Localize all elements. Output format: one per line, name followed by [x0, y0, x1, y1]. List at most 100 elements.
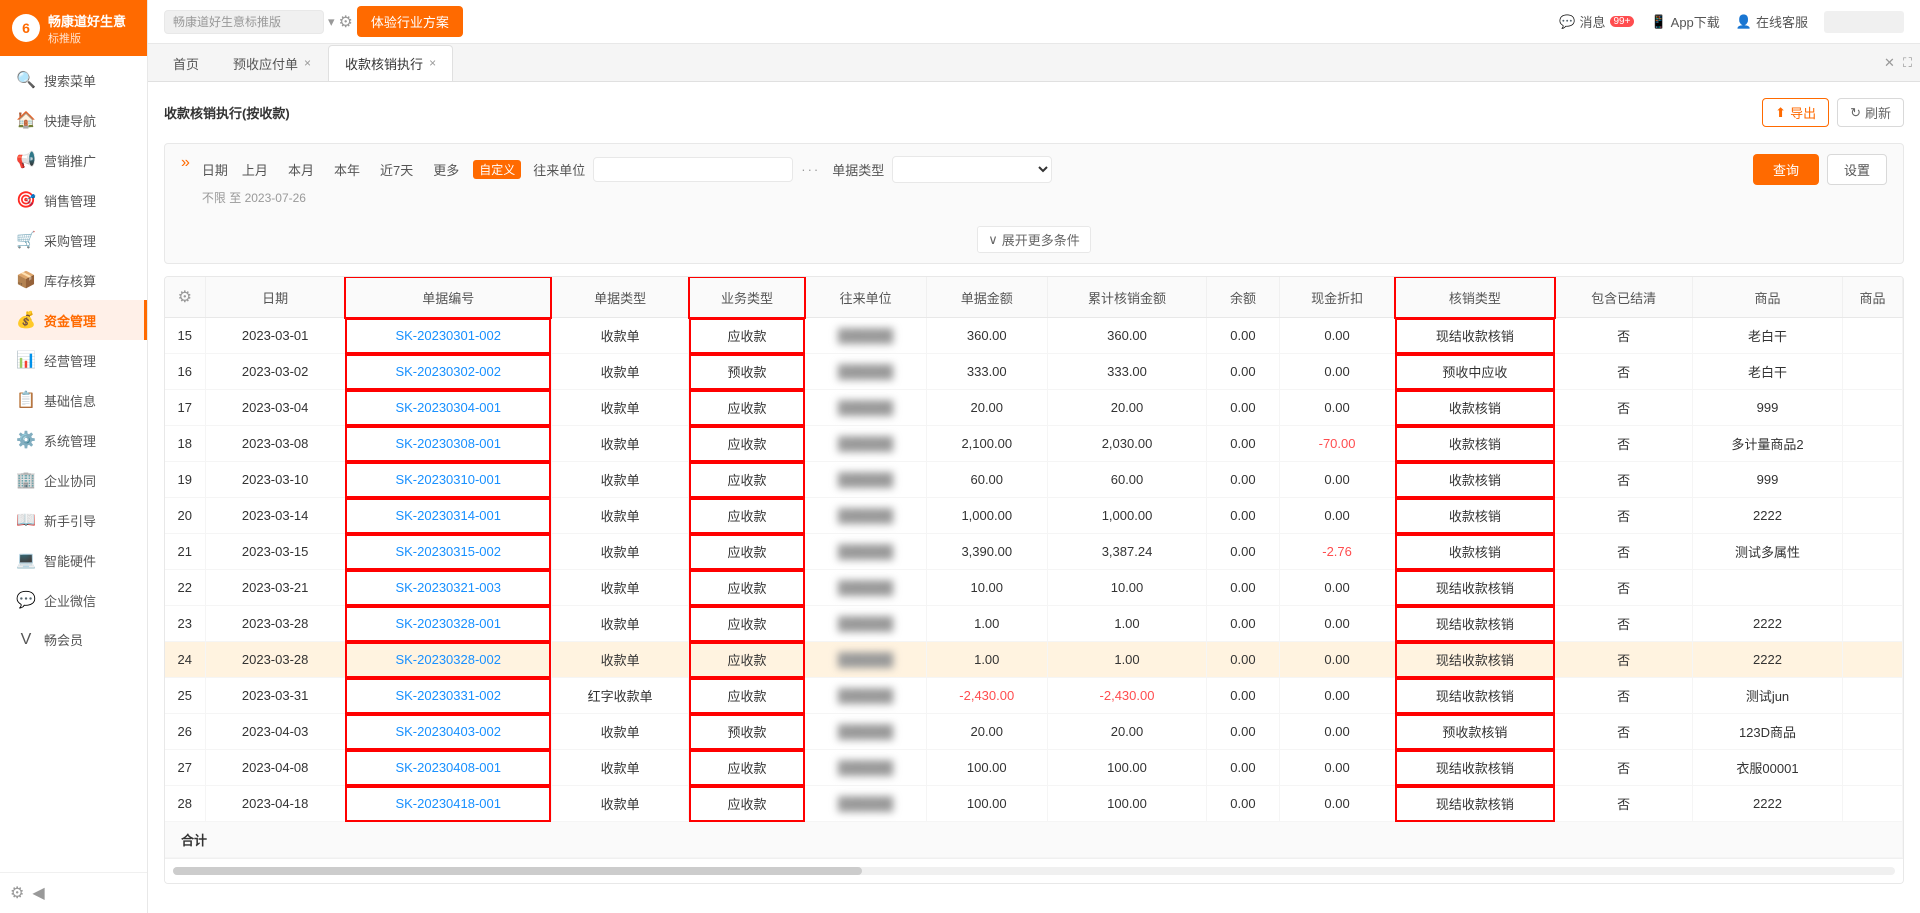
- cell-discount: 0.00: [1279, 750, 1395, 786]
- sidebar: 6 畅康道好生意 标推版 🔍搜索菜单🏠快捷导航📢营销推广🎯销售管理🛒采购管理📦库…: [0, 0, 148, 913]
- sidebar-item-system[interactable]: ⚙️系统管理: [0, 420, 147, 460]
- sidebar-label-guide: 新手引导: [44, 511, 96, 530]
- code-link[interactable]: SK-20230302-002: [395, 364, 501, 379]
- sidebar-item-finance[interactable]: 💰资金管理: [0, 300, 147, 340]
- user-avatar[interactable]: [1824, 11, 1904, 33]
- sidebar-item-nav[interactable]: 🏠快捷导航: [0, 100, 147, 140]
- settings-footer-icon[interactable]: ⚙: [10, 883, 24, 903]
- col-settings[interactable]: ⚙: [165, 277, 205, 318]
- code-link[interactable]: SK-20230301-002: [395, 328, 501, 343]
- cell-accum: 100.00: [1047, 750, 1207, 786]
- partner-input[interactable]: [593, 157, 793, 182]
- sidebar-item-guide[interactable]: 📖新手引导: [0, 500, 147, 540]
- sidebar-item-purchase[interactable]: 🛒采购管理: [0, 220, 147, 260]
- code-link[interactable]: SK-20230328-001: [395, 616, 501, 631]
- settings-icon[interactable]: ⚙: [339, 12, 353, 32]
- this-month-btn[interactable]: 本月: [282, 158, 320, 181]
- tab-expand-icon[interactable]: ⛶: [1903, 55, 1912, 71]
- col-partner: 往来单位: [805, 277, 926, 318]
- code-link[interactable]: SK-20230310-001: [395, 472, 501, 487]
- horizontal-scrollbar[interactable]: [173, 867, 1895, 875]
- custom-btn[interactable]: 自定义: [473, 160, 521, 179]
- code-link[interactable]: SK-20230408-001: [395, 760, 501, 775]
- partner-value: ██████: [838, 472, 893, 487]
- code-link[interactable]: SK-20230315-002: [395, 544, 501, 559]
- cell-discount: 0.00: [1279, 570, 1395, 606]
- cell-bill-type: 收款单: [551, 606, 689, 642]
- expand-conditions-button[interactable]: ∨ 展开更多条件: [977, 226, 1091, 253]
- last7-btn[interactable]: 近7天: [374, 158, 419, 181]
- refresh-button[interactable]: ↻ 刷新: [1837, 98, 1904, 127]
- code-link[interactable]: SK-20230308-001: [395, 436, 501, 451]
- solution-button[interactable]: 体验行业方案: [357, 6, 463, 37]
- this-year-btn[interactable]: 本年: [328, 158, 366, 181]
- more-btn[interactable]: 更多: [427, 158, 465, 181]
- partner-value: ██████: [838, 580, 893, 595]
- sidebar-item-enterprise[interactable]: 🏢企业协同: [0, 460, 147, 500]
- code-link[interactable]: SK-20230321-003: [395, 580, 501, 595]
- cell-product2: [1843, 390, 1903, 426]
- cell-accum: 1.00: [1047, 642, 1207, 678]
- filter-settings-button[interactable]: 设置: [1827, 154, 1887, 185]
- code-link[interactable]: SK-20230418-001: [395, 796, 501, 811]
- cell-discount: 0.00: [1279, 606, 1395, 642]
- sidebar-label-sales: 销售管理: [44, 191, 96, 210]
- cell-no: 21: [165, 534, 205, 570]
- code-link[interactable]: SK-20230304-001: [395, 400, 501, 415]
- cell-product2: [1843, 642, 1903, 678]
- code-link[interactable]: SK-20230403-002: [395, 724, 501, 739]
- search-input[interactable]: [164, 10, 324, 34]
- col-bill-type: 单据类型: [551, 277, 689, 318]
- cell-product1: 衣服00001: [1692, 750, 1842, 786]
- bill-type-select[interactable]: [892, 156, 1052, 183]
- sidebar-item-hardware[interactable]: 💻智能硬件: [0, 540, 147, 580]
- tab-verify[interactable]: 收款核销执行 ×: [328, 45, 453, 81]
- code-link[interactable]: SK-20230331-002: [395, 688, 501, 703]
- collapse-icon[interactable]: ◀: [32, 883, 44, 903]
- filter-expand-arrow[interactable]: »: [181, 154, 190, 172]
- last-month-btn[interactable]: 上月: [236, 158, 274, 181]
- tab-prepay[interactable]: 预收应付单 ×: [216, 45, 328, 81]
- online-service-button[interactable]: 👤 在线客服: [1736, 12, 1808, 31]
- cell-bill-type: 收款单: [551, 354, 689, 390]
- cell-code: SK-20230328-002: [345, 642, 551, 678]
- cell-partner: ██████: [805, 498, 926, 534]
- column-settings-icon[interactable]: ⚙: [178, 289, 192, 306]
- cell-amount: 20.00: [926, 714, 1047, 750]
- sidebar-item-basics[interactable]: 📋基础信息: [0, 380, 147, 420]
- sidebar-item-member[interactable]: V畅会员: [0, 620, 147, 659]
- sidebar-item-sales[interactable]: 🎯销售管理: [0, 180, 147, 220]
- export-button[interactable]: ⬆ 导出: [1762, 98, 1829, 127]
- code-link[interactable]: SK-20230328-002: [395, 652, 501, 667]
- cell-partner: ██████: [805, 606, 926, 642]
- partner-dots[interactable]: ···: [801, 162, 820, 177]
- cell-balance: 0.00: [1207, 750, 1279, 786]
- tab-prepay-close[interactable]: ×: [304, 56, 311, 70]
- sidebar-item-operations[interactable]: 📊经营管理: [0, 340, 147, 380]
- app-download-button[interactable]: 📱 App下载: [1650, 12, 1719, 31]
- cell-bill-type: 收款单: [551, 750, 689, 786]
- sidebar-item-wechat[interactable]: 💬企业微信: [0, 580, 147, 620]
- topbar-right: 💬 消息 99+ 📱 App下载 👤 在线客服: [1559, 11, 1904, 33]
- code-link[interactable]: SK-20230314-001: [395, 508, 501, 523]
- sidebar-item-inventory[interactable]: 📦库存核算: [0, 260, 147, 300]
- scroll-thumb[interactable]: [173, 867, 862, 875]
- sidebar-item-search[interactable]: 🔍搜索菜单: [0, 60, 147, 100]
- cell-accum: 360.00: [1047, 318, 1207, 354]
- sidebar-icon-operations: 📊: [16, 350, 36, 370]
- cell-amount: 20.00: [926, 390, 1047, 426]
- tab-home[interactable]: 首页: [156, 45, 216, 81]
- cell-no: 17: [165, 390, 205, 426]
- tab-verify-close[interactable]: ×: [429, 56, 436, 70]
- cell-partner: ██████: [805, 390, 926, 426]
- cell-bill-type: 收款单: [551, 318, 689, 354]
- chevron-down-icon: ∨: [988, 232, 998, 248]
- query-button[interactable]: 查询: [1753, 154, 1819, 185]
- cell-bill-type: 收款单: [551, 390, 689, 426]
- cell-partner: ██████: [805, 426, 926, 462]
- tab-close-all-icon[interactable]: ✕: [1884, 55, 1895, 71]
- cell-date: 2023-03-01: [205, 318, 345, 354]
- sidebar-item-marketing[interactable]: 📢营销推广: [0, 140, 147, 180]
- cell-balance: 0.00: [1207, 606, 1279, 642]
- message-button[interactable]: 💬 消息 99+: [1559, 12, 1634, 31]
